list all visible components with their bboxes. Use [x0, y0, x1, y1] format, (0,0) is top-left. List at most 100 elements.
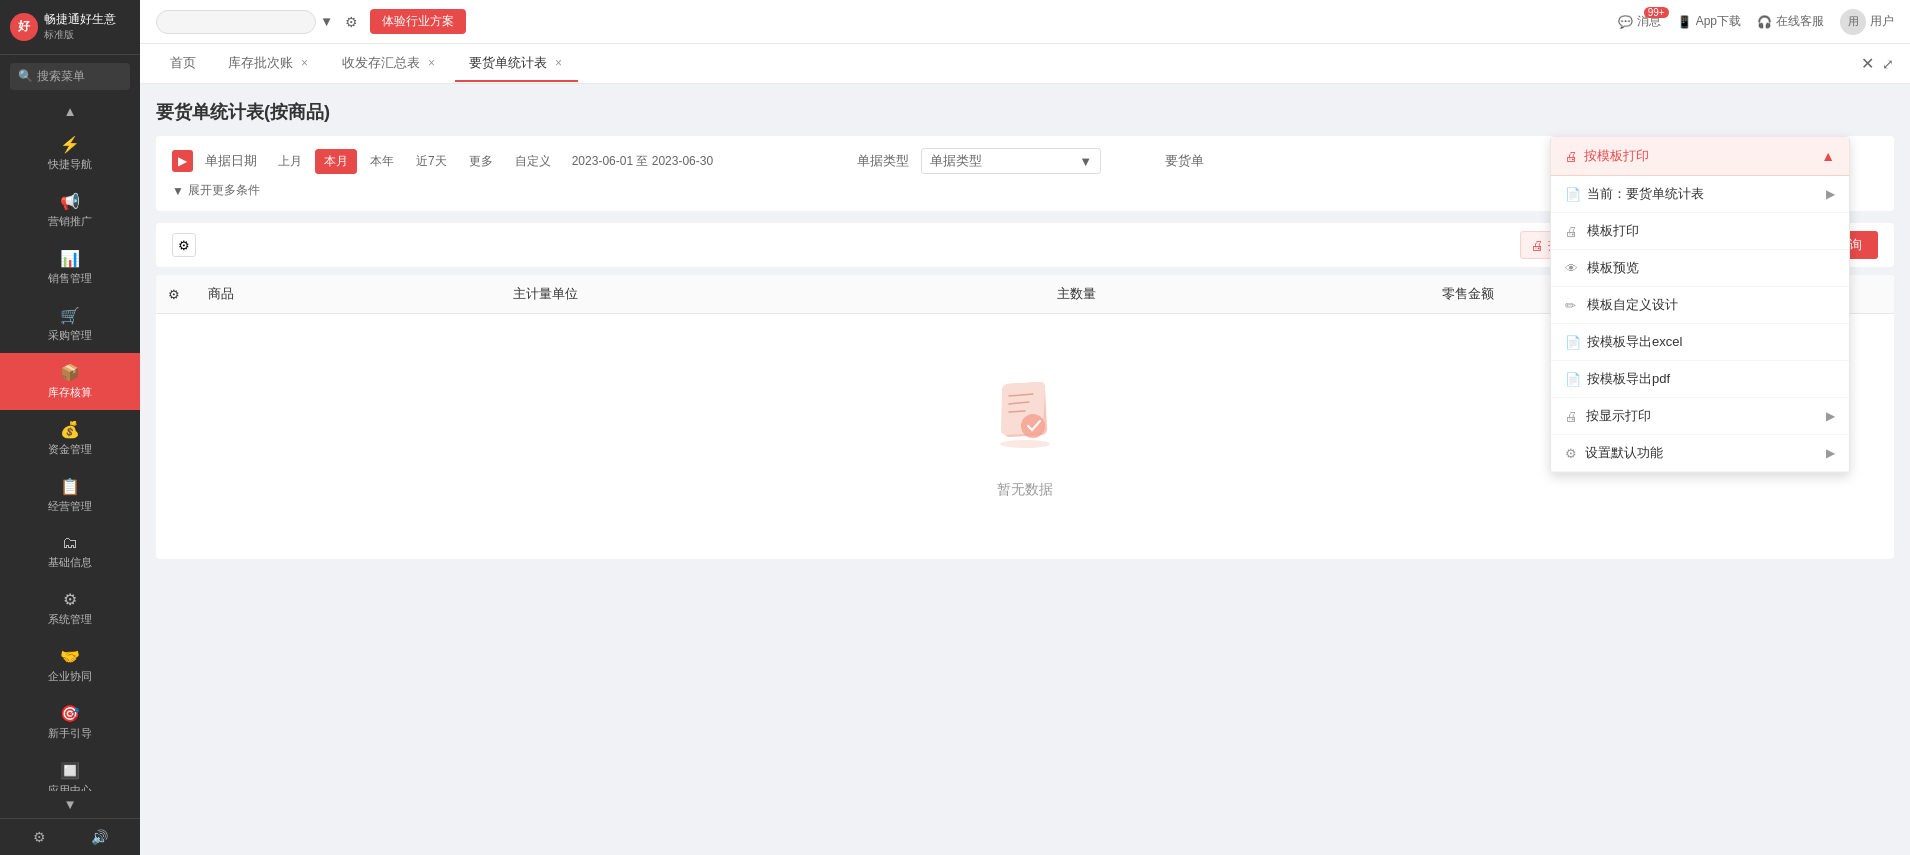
page-title: 要货单统计表(按商品)	[156, 100, 1894, 124]
print-title-icon: 🖨	[1565, 149, 1578, 164]
template-preview-icon: 👁	[1565, 261, 1578, 276]
set-default-icon: ⚙	[1565, 446, 1577, 461]
audio-footer-button[interactable]: 🔊	[91, 829, 108, 845]
date-btn-current-month[interactable]: 本月	[315, 149, 357, 174]
date-btn-current-year[interactable]: 本年	[361, 149, 403, 174]
sidebar-item-basic-info[interactable]: 🗂 基础信息	[0, 524, 140, 580]
sidebar-item-inventory[interactable]: 📦 库存核算	[0, 353, 140, 410]
sidebar-item-system[interactable]: ⚙ 系统管理	[0, 580, 140, 637]
search-menu-button[interactable]: 🔍 搜索菜单	[10, 63, 130, 90]
tab-inventory-batch-close[interactable]: ×	[299, 56, 310, 70]
date-btn-last-7-days[interactable]: 近7天	[407, 149, 456, 174]
requisition-label: 要货单	[1165, 152, 1204, 170]
filter-expand-icon[interactable]: ▶	[172, 150, 193, 172]
sidebar-item-label: 库存核算	[48, 385, 92, 400]
sidebar-item-label: 基础信息	[48, 555, 92, 570]
sidebar-logo: 好 畅捷通好生意 标准版	[10, 12, 130, 42]
type-filter-label: 单据类型	[857, 152, 909, 170]
sidebar-item-purchase[interactable]: 🛒 采购管理	[0, 296, 140, 353]
sidebar-item-label: 新手引导	[48, 726, 92, 741]
settings-footer-button[interactable]: ⚙	[33, 829, 46, 845]
sidebar-item-marketing[interactable]: 📢 营销推广	[0, 182, 140, 239]
col-unit: 主计量单位	[501, 275, 1045, 314]
marketing-icon: 📢	[60, 192, 80, 211]
search-icon: 🔍	[18, 69, 33, 83]
tab-requisition-stats[interactable]: 要货单统计表 ×	[455, 46, 578, 82]
sidebar-item-operations[interactable]: 📋 经营管理	[0, 467, 140, 524]
chevron-down-icon: ▼	[1079, 154, 1092, 169]
avatar: 用	[1840, 9, 1866, 35]
date-filter-label: 单据日期	[205, 152, 257, 170]
date-range-display: 2023-06-01 至 2023-06-30	[572, 153, 713, 170]
set-default-arrow: ▶	[1826, 446, 1835, 460]
print-template-print[interactable]: 🖨 模板打印	[1551, 213, 1849, 250]
column-settings-icon[interactable]: ⚙	[172, 233, 196, 257]
print-dropdown-title: 🖨 按模板打印	[1565, 147, 1649, 165]
sidebar-item-appstore[interactable]: 🔲 应用中心	[0, 751, 140, 791]
tab-receipt-summary[interactable]: 收发存汇总表 ×	[328, 46, 451, 82]
top-bar-right: 💬 消息 99+ 📱 App下载 🎧 在线客服 用 用户	[1618, 9, 1894, 35]
date-btn-last-month[interactable]: 上月	[269, 149, 311, 174]
sidebar-item-label: 应用中心	[48, 783, 92, 791]
print-template-custom[interactable]: ✏ 模板自定义设计	[1551, 287, 1849, 324]
promo-button[interactable]: 体验行业方案	[370, 9, 466, 34]
display-print-icon: 🖨	[1565, 409, 1578, 424]
expand-more-label: 展开更多条件	[188, 182, 260, 199]
template-pdf-label: 按模板导出pdf	[1587, 370, 1670, 388]
expand-more-btn[interactable]: ▼ 展开更多条件	[172, 182, 260, 199]
print-template-pdf[interactable]: 📄 按模板导出pdf	[1551, 361, 1849, 398]
tab-requisition-stats-close[interactable]: ×	[553, 56, 564, 70]
set-default-label: 设置默认功能	[1585, 444, 1663, 462]
sidebar-item-cooperation[interactable]: 🤝 企业协同	[0, 637, 140, 694]
logo-title: 畅捷通好生意	[44, 12, 116, 28]
sidebar-scroll-down[interactable]: ▼	[0, 793, 140, 816]
tab-bar-close-button[interactable]: ✕	[1861, 54, 1874, 73]
col-quantity: 主数量	[1045, 275, 1430, 314]
sidebar-item-sales[interactable]: 📊 销售管理	[0, 239, 140, 296]
app-download-label: App下载	[1696, 13, 1741, 30]
template-excel-icon: 📄	[1565, 335, 1581, 350]
template-print-icon: 🖨	[1565, 224, 1578, 239]
tab-inventory-batch[interactable]: 库存批次账 ×	[214, 46, 324, 82]
finance-icon: 💰	[60, 420, 80, 439]
print-dropdown-header: 🖨 按模板打印 ▲	[1551, 137, 1849, 176]
template-print-label: 模板打印	[1587, 222, 1639, 240]
sidebar-item-guide[interactable]: 🎯 新手引导	[0, 694, 140, 751]
tab-receipt-summary-close[interactable]: ×	[426, 56, 437, 70]
sidebar-scroll-up[interactable]: ▲	[0, 100, 140, 123]
search-dropdown-button[interactable]: ▼	[320, 14, 333, 29]
tab-bar-expand-button[interactable]: ⤢	[1882, 56, 1894, 72]
logo-icon: 好	[10, 13, 38, 41]
sidebar-item-quick-nav[interactable]: ⚡ 快捷导航	[0, 125, 140, 182]
print-title-label: 按模板打印	[1584, 147, 1649, 165]
sidebar-item-finance[interactable]: 💰 资金管理	[0, 410, 140, 467]
tab-home-label: 首页	[170, 54, 196, 72]
sidebar-search-area[interactable]: 🔍 搜索菜单	[0, 55, 140, 98]
user-menu-button[interactable]: 用 用户	[1840, 9, 1894, 35]
print-display-print-group[interactable]: 🖨 按显示打印 ▶	[1551, 398, 1849, 435]
col-gear[interactable]: ⚙	[156, 275, 196, 314]
sidebar-item-label: 系统管理	[48, 612, 92, 627]
print-template-preview[interactable]: 👁 模板预览	[1551, 250, 1849, 287]
messages-button[interactable]: 💬 消息 99+	[1618, 13, 1661, 30]
app-download-button[interactable]: 📱 App下载	[1677, 13, 1741, 30]
print-current-template[interactable]: 📄 当前：要货单统计表 ▶	[1551, 176, 1849, 213]
date-btn-custom[interactable]: 自定义	[506, 149, 560, 174]
print-set-default-group[interactable]: ⚙ 设置默认功能 ▶	[1551, 435, 1849, 472]
print-dropdown-close-button[interactable]: ▲	[1821, 148, 1835, 164]
purchase-icon: 🛒	[60, 306, 80, 325]
tab-home[interactable]: 首页	[156, 46, 210, 82]
online-service-button[interactable]: 🎧 在线客服	[1757, 13, 1824, 30]
online-service-label: 在线客服	[1776, 13, 1824, 30]
basic-info-icon: 🗂	[62, 534, 78, 552]
print-template-excel[interactable]: 📄 按模板导出excel	[1551, 324, 1849, 361]
type-filter-select[interactable]: 单据类型 ▼	[921, 148, 1101, 174]
user-name: 用户	[1870, 13, 1894, 30]
global-search-input[interactable]	[156, 10, 316, 34]
gear-button[interactable]: ⚙	[345, 14, 358, 30]
col-product: 商品	[196, 275, 501, 314]
system-icon: ⚙	[63, 590, 77, 609]
date-btn-more[interactable]: 更多	[460, 149, 502, 174]
template-custom-icon: ✏	[1565, 298, 1576, 313]
current-template-arrow: ▶	[1826, 187, 1835, 201]
